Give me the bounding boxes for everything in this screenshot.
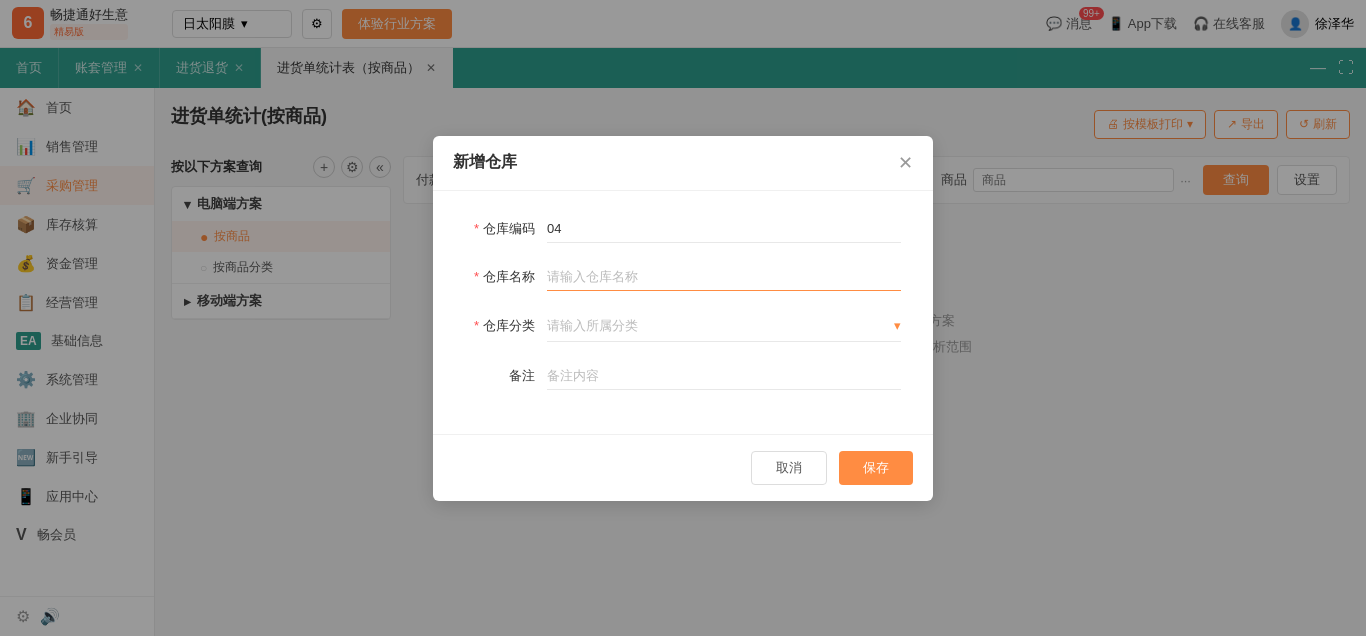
warehouse-category-label: 仓库分类 xyxy=(465,317,535,335)
modal-close-button[interactable]: ✕ xyxy=(898,152,913,174)
modal-header: 新增仓库 ✕ xyxy=(433,136,933,191)
warehouse-code-label: 仓库编码 xyxy=(465,220,535,238)
note-label: 备注 xyxy=(465,367,535,385)
category-placeholder: 请输入所属分类 xyxy=(547,317,638,335)
modal-title: 新增仓库 xyxy=(453,152,517,173)
cancel-button[interactable]: 取消 xyxy=(751,451,827,485)
warehouse-name-input[interactable] xyxy=(547,263,901,291)
chevron-down-icon: ▾ xyxy=(894,318,901,333)
modal-overlay[interactable]: 新增仓库 ✕ 仓库编码 仓库名称 仓库分类 请输入所属分类 ▾ xyxy=(0,0,1366,636)
modal-footer: 取消 保存 xyxy=(433,434,933,501)
modal-body: 仓库编码 仓库名称 仓库分类 请输入所属分类 ▾ 备注 xyxy=(433,191,933,434)
warehouse-code-row: 仓库编码 xyxy=(465,215,901,243)
note-row: 备注 xyxy=(465,362,901,390)
warehouse-name-row: 仓库名称 xyxy=(465,263,901,291)
new-warehouse-modal: 新增仓库 ✕ 仓库编码 仓库名称 仓库分类 请输入所属分类 ▾ xyxy=(433,136,933,501)
warehouse-name-label: 仓库名称 xyxy=(465,268,535,286)
note-input[interactable] xyxy=(547,362,901,390)
warehouse-code-input[interactable] xyxy=(547,215,901,243)
save-button[interactable]: 保存 xyxy=(839,451,913,485)
warehouse-category-select[interactable]: 请输入所属分类 ▾ xyxy=(547,311,901,342)
warehouse-category-row: 仓库分类 请输入所属分类 ▾ xyxy=(465,311,901,342)
